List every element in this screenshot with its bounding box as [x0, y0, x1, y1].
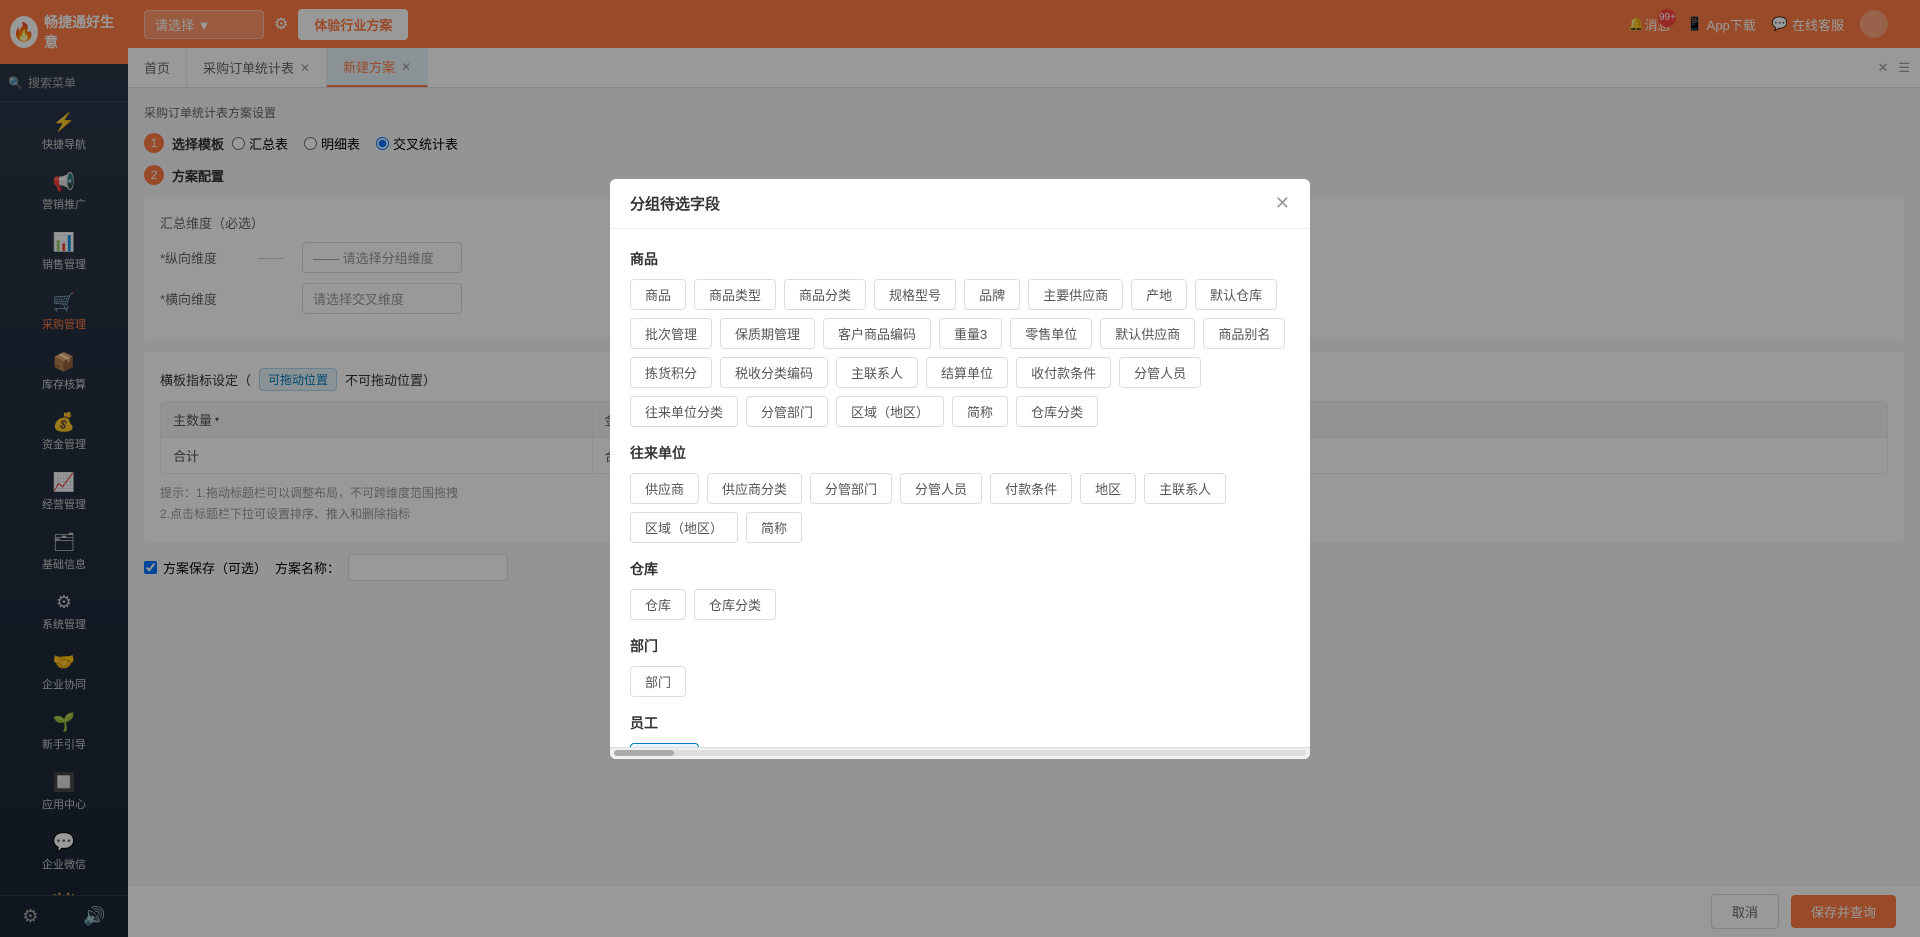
- field-baozhi[interactable]: 保质期管理: [720, 318, 815, 349]
- wanglai-fields: 供应商 供应商分类 分管部门 分管人员 付款条件 地区 主联系人 区域（地区） …: [630, 473, 1290, 543]
- field-gongyingshangfenlei[interactable]: 供应商分类: [707, 473, 802, 504]
- hscroll-thumb: [614, 750, 674, 756]
- field-shangpinleixing[interactable]: 商品类型: [694, 279, 776, 310]
- modal-hscrollbar[interactable]: [610, 747, 1310, 759]
- section-cangku: 仓库 仓库 仓库分类: [630, 559, 1290, 620]
- section-yuangong-title: 员工: [630, 713, 1290, 733]
- shangpin-fields: 商品 商品类型 商品分类 规格型号 品牌 主要供应商 产地 默认仓库 批次管理 …: [630, 279, 1290, 427]
- field-fukuantiaojian[interactable]: 付款条件: [990, 473, 1072, 504]
- field-pinpai[interactable]: 品牌: [964, 279, 1020, 310]
- section-bumen-title: 部门: [630, 636, 1290, 656]
- field-jiesuandanwei[interactable]: 结算单位: [926, 357, 1008, 388]
- field-fenguanrenyuan[interactable]: 分管人员: [1119, 357, 1201, 388]
- field-shuishoufenlei[interactable]: 税收分类编码: [720, 357, 828, 388]
- modal-close-icon[interactable]: ✕: [1275, 193, 1290, 214]
- modal-title: 分组待选字段: [630, 193, 720, 214]
- field-cangku[interactable]: 仓库: [630, 589, 686, 620]
- field-chandi[interactable]: 产地: [1131, 279, 1187, 310]
- field-morengonying[interactable]: 默认供应商: [1100, 318, 1195, 349]
- field-zhulianyiren2[interactable]: 主联系人: [1144, 473, 1226, 504]
- field-shangpin[interactable]: 商品: [630, 279, 686, 310]
- field-fenguanbumen2[interactable]: 分管部门: [810, 473, 892, 504]
- cangku-fields: 仓库 仓库分类: [630, 589, 1290, 620]
- field-jiancheng2[interactable]: 简称: [746, 512, 802, 543]
- field-quyu2[interactable]: 区域（地区）: [630, 512, 738, 543]
- field-shangpinfenlei[interactable]: 商品分类: [784, 279, 866, 310]
- bumen-fields: 部门: [630, 666, 1290, 697]
- field-guigexinghao[interactable]: 规格型号: [874, 279, 956, 310]
- field-zhuyaogongyingshang[interactable]: 主要供应商: [1028, 279, 1123, 310]
- field-kehushangpin[interactable]: 客户商品编码: [823, 318, 931, 349]
- section-bumen: 部门 部门: [630, 636, 1290, 697]
- section-cangku-title: 仓库: [630, 559, 1290, 579]
- field-shoufukuantiaojian[interactable]: 收付款条件: [1016, 357, 1111, 388]
- section-wanglaodanwei: 往来单位 供应商 供应商分类 分管部门 分管人员 付款条件 地区 主联系人 区域…: [630, 443, 1290, 543]
- field-zhulianyiren[interactable]: 主联系人: [836, 357, 918, 388]
- field-shangpinbiecheng[interactable]: 商品别名: [1203, 318, 1285, 349]
- modal-header: 分组待选字段 ✕: [610, 179, 1310, 229]
- hscroll-track: [614, 750, 1306, 756]
- modal-body: 商品 商品 商品类型 商品分类 规格型号 品牌 主要供应商 产地 默认仓库 批次…: [610, 229, 1310, 747]
- section-shangpin: 商品 商品 商品类型 商品分类 规格型号 品牌 主要供应商 产地 默认仓库 批次…: [630, 249, 1290, 427]
- section-shangpin-title: 商品: [630, 249, 1290, 269]
- field-zhongliang3[interactable]: 重量3: [939, 318, 1002, 349]
- field-quyu[interactable]: 区域（地区）: [836, 396, 944, 427]
- field-cangkufenlei2[interactable]: 仓库分类: [694, 589, 776, 620]
- field-lingshoudanwei[interactable]: 零售单位: [1010, 318, 1092, 349]
- field-jianhuojifen[interactable]: 拣货积分: [630, 357, 712, 388]
- field-morencangku[interactable]: 默认仓库: [1195, 279, 1277, 310]
- field-wanglaifenlei[interactable]: 往来单位分类: [630, 396, 738, 427]
- section-yuangong: 员工 业务员: [630, 713, 1290, 747]
- field-gongyingshang[interactable]: 供应商: [630, 473, 699, 504]
- modal-dialog: 分组待选字段 ✕ 商品 商品 商品类型 商品分类 规格型号 品牌 主要供应商 产…: [610, 179, 1310, 759]
- section-wanglai-title: 往来单位: [630, 443, 1290, 463]
- field-fenguanbumen[interactable]: 分管部门: [746, 396, 828, 427]
- field-bumen[interactable]: 部门: [630, 666, 686, 697]
- field-cangkufenlei[interactable]: 仓库分类: [1016, 396, 1098, 427]
- field-diqu[interactable]: 地区: [1080, 473, 1136, 504]
- field-piciGuanli[interactable]: 批次管理: [630, 318, 712, 349]
- field-fenguanrenyuan2[interactable]: 分管人员: [900, 473, 982, 504]
- field-jiancheng[interactable]: 简称: [952, 396, 1008, 427]
